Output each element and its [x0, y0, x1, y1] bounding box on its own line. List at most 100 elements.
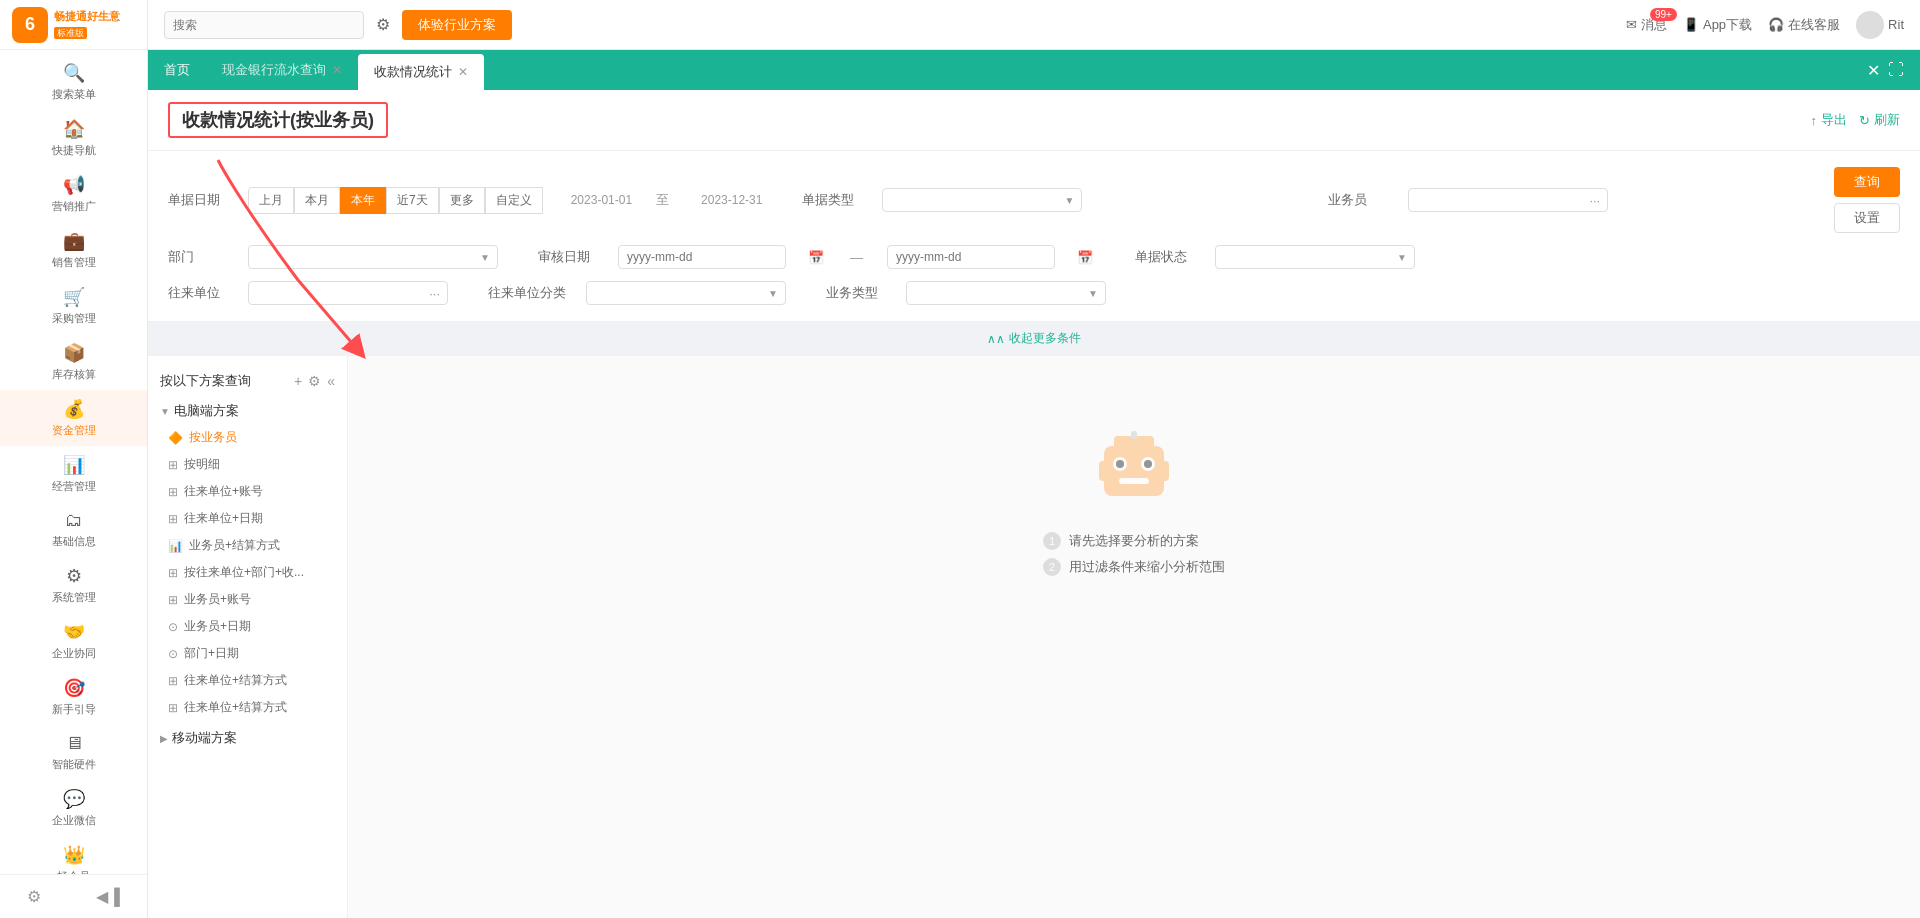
- sidebar-item-purchase[interactable]: 🛒 采购管理: [0, 278, 147, 334]
- date-btn-cur-year[interactable]: 本年: [340, 187, 386, 214]
- sidebar-item-system[interactable]: ⚙ 系统管理: [0, 557, 147, 613]
- partner-label: 往来单位: [168, 284, 228, 302]
- partner-cat-select[interactable]: [586, 281, 786, 305]
- collapse-sidebar-icon[interactable]: ◀▐: [96, 887, 119, 906]
- scheme-group-desktop-title[interactable]: ▼ 电脑端方案: [148, 398, 347, 424]
- doc-status-select[interactable]: [1215, 245, 1415, 269]
- scheme-item-partner-dept-collect[interactable]: ⊞ 按往来单位+部门+收...: [156, 559, 347, 586]
- scheme-group-mobile: ▶ 移动端方案: [148, 725, 347, 751]
- date-btn-cur-month[interactable]: 本月: [294, 187, 340, 214]
- header-left: ⚙ 体验行业方案: [164, 10, 512, 40]
- filter-panel: 单据日期 上月 本月 本年 近7天 更多 自定义 2023-01-01 至 20…: [148, 151, 1920, 322]
- scheme-item-salesman-calc[interactable]: 📊 业务员+结算方式: [156, 532, 347, 559]
- collapse-icon: ∧∧: [987, 332, 1005, 346]
- tab-home[interactable]: 首页: [148, 50, 206, 90]
- sidebar-item-fund[interactable]: 💰 资金管理: [0, 390, 147, 446]
- refresh-btn[interactable]: ↻ 刷新: [1859, 111, 1900, 129]
- scheme-item-partner-date[interactable]: ⊞ 往来单位+日期: [156, 505, 347, 532]
- svg-point-6: [1144, 460, 1152, 468]
- sidebar-item-enterprise[interactable]: 🤝 企业协同: [0, 613, 147, 669]
- tab-bank-flow[interactable]: 现金银行流水查询 ✕: [206, 50, 358, 90]
- query-btn[interactable]: 查询: [1834, 167, 1900, 197]
- service-icon: 🎧: [1768, 17, 1784, 32]
- sidebar-item-search[interactable]: 🔍 搜索菜单: [0, 54, 147, 110]
- smart-hw-icon: 🖥: [65, 733, 83, 754]
- date-btn-7days[interactable]: 近7天: [386, 187, 439, 214]
- sidebar-item-quick-nav[interactable]: 🏠 快捷导航: [0, 110, 147, 166]
- page-title: 收款情况统计(按业务员): [182, 110, 374, 130]
- tab-collection-stats-close[interactable]: ✕: [458, 65, 468, 79]
- scheme-group-mobile-title[interactable]: ▶ 移动端方案: [148, 725, 347, 751]
- sidebar-item-basic-info[interactable]: 🗂 基础信息: [0, 502, 147, 557]
- biz-type-select-wrapper: ▼: [906, 281, 1106, 305]
- date-btn-custom[interactable]: 自定义: [485, 187, 543, 214]
- filter-row-2: 部门 ▼ 审核日期 📅 — 📅 单据状态: [168, 245, 1900, 269]
- salesman-more-icon[interactable]: ···: [1589, 193, 1600, 208]
- scheme-item-salesman-date[interactable]: ⊙ 业务员+日期: [156, 613, 347, 640]
- settings-footer-icon[interactable]: ⚙: [27, 887, 41, 906]
- export-btn[interactable]: ↑ 导出: [1811, 111, 1848, 129]
- sidebar-footer: ⚙ ◀▐: [0, 874, 147, 918]
- doc-status-label: 单据状态: [1135, 248, 1195, 266]
- scheme-panel-title: 按以下方案查询: [160, 372, 251, 390]
- detail-scheme-icon: ⊞: [168, 458, 178, 472]
- sidebar-item-marketing[interactable]: 📢 营销推广: [0, 166, 147, 222]
- tip-item-2: 2 用过滤条件来缩小分析范围: [1043, 558, 1225, 576]
- partner-input[interactable]: [248, 281, 448, 305]
- download-icon: 📱: [1683, 17, 1699, 32]
- sidebar-item-operation[interactable]: 📊 经营管理: [0, 446, 147, 502]
- date-btn-prev-month[interactable]: 上月: [248, 187, 294, 214]
- scheme-item-partner-calc2[interactable]: ⊞ 往来单位+结算方式: [156, 694, 347, 721]
- scheme-item-dept-date[interactable]: ⊙ 部门+日期: [156, 640, 347, 667]
- user-avatar-item[interactable]: Rit: [1856, 11, 1904, 39]
- salesman-input[interactable]: [1408, 188, 1608, 212]
- scheme-collapse-icon[interactable]: «: [327, 373, 335, 389]
- scheme-add-icon[interactable]: +: [294, 373, 302, 389]
- messages-item[interactable]: ✉ 消息 99+: [1626, 16, 1667, 34]
- svg-rect-0: [1104, 446, 1164, 496]
- sidebar-item-guide[interactable]: 🎯 新手引导: [0, 669, 147, 725]
- scheme-item-by-detail[interactable]: ⊞ 按明细: [156, 451, 347, 478]
- filter-actions: 查询 设置: [1834, 167, 1900, 233]
- audit-date-end[interactable]: [887, 245, 1055, 269]
- audit-date-icon1: 📅: [808, 250, 824, 265]
- scheme-gear-icon[interactable]: ⚙: [308, 373, 321, 389]
- tab-bank-flow-close[interactable]: ✕: [332, 63, 342, 77]
- marketing-icon: 📢: [63, 174, 85, 196]
- sidebar-item-wechat[interactable]: 💬 企业微信: [0, 780, 147, 836]
- audit-date-start[interactable]: [618, 245, 786, 269]
- svg-point-5: [1116, 460, 1124, 468]
- scheme-list-desktop: 🔶 按业务员 ⊞ 按明细 ⊞ 往来单位+账号 ⊞: [148, 424, 347, 721]
- collapse-bar[interactable]: ∧∧ 收起更多条件: [148, 322, 1920, 356]
- partner-more-icon[interactable]: ···: [429, 286, 440, 301]
- tip-list: 1 请先选择要分析的方案 2 用过滤条件来缩小分析范围: [1043, 532, 1225, 584]
- online-service-item[interactable]: 🎧 在线客服: [1768, 16, 1840, 34]
- dept-select-wrapper: ▼: [248, 245, 498, 269]
- desktop-group-arrow: ▼: [160, 406, 170, 417]
- date-btn-more[interactable]: 更多: [439, 187, 485, 214]
- settings-gear-icon[interactable]: ⚙: [376, 15, 390, 34]
- trial-btn[interactable]: 体验行业方案: [402, 10, 512, 40]
- set-btn[interactable]: 设置: [1834, 203, 1900, 233]
- tab-expand-icon[interactable]: ⛶: [1888, 61, 1904, 79]
- scheme-item-partner-account[interactable]: ⊞ 往来单位+账号: [156, 478, 347, 505]
- sidebar-item-inventory[interactable]: 📦 库存核算: [0, 334, 147, 390]
- doc-type-select[interactable]: [882, 188, 1082, 212]
- logo-text: 畅捷通好生意 标准版: [54, 9, 120, 40]
- scheme-item-salesman-account[interactable]: ⊞ 业务员+账号: [156, 586, 347, 613]
- tab-collection-stats[interactable]: 收款情况统计 ✕: [358, 54, 484, 90]
- export-icon: ↑: [1811, 113, 1818, 128]
- messages-badge: 99+: [1650, 8, 1677, 21]
- scheme-item-partner-calc1[interactable]: ⊞ 往来单位+结算方式: [156, 667, 347, 694]
- tab-close-all-icon[interactable]: ✕: [1867, 61, 1880, 80]
- doc-type-select-wrapper: ▼: [882, 188, 1082, 212]
- sidebar-item-smart-hw[interactable]: 🖥 智能硬件: [0, 725, 147, 780]
- app-download-item[interactable]: 📱 App下载: [1683, 16, 1752, 34]
- sidebar-item-member[interactable]: 👑 畅会员: [0, 836, 147, 874]
- biz-type-select[interactable]: [906, 281, 1106, 305]
- wechat-icon: 💬: [63, 788, 85, 810]
- header-search-input[interactable]: [164, 11, 364, 39]
- sidebar-item-sales[interactable]: 💼 销售管理: [0, 222, 147, 278]
- dept-select[interactable]: [248, 245, 498, 269]
- scheme-item-by-salesman[interactable]: 🔶 按业务员: [156, 424, 347, 451]
